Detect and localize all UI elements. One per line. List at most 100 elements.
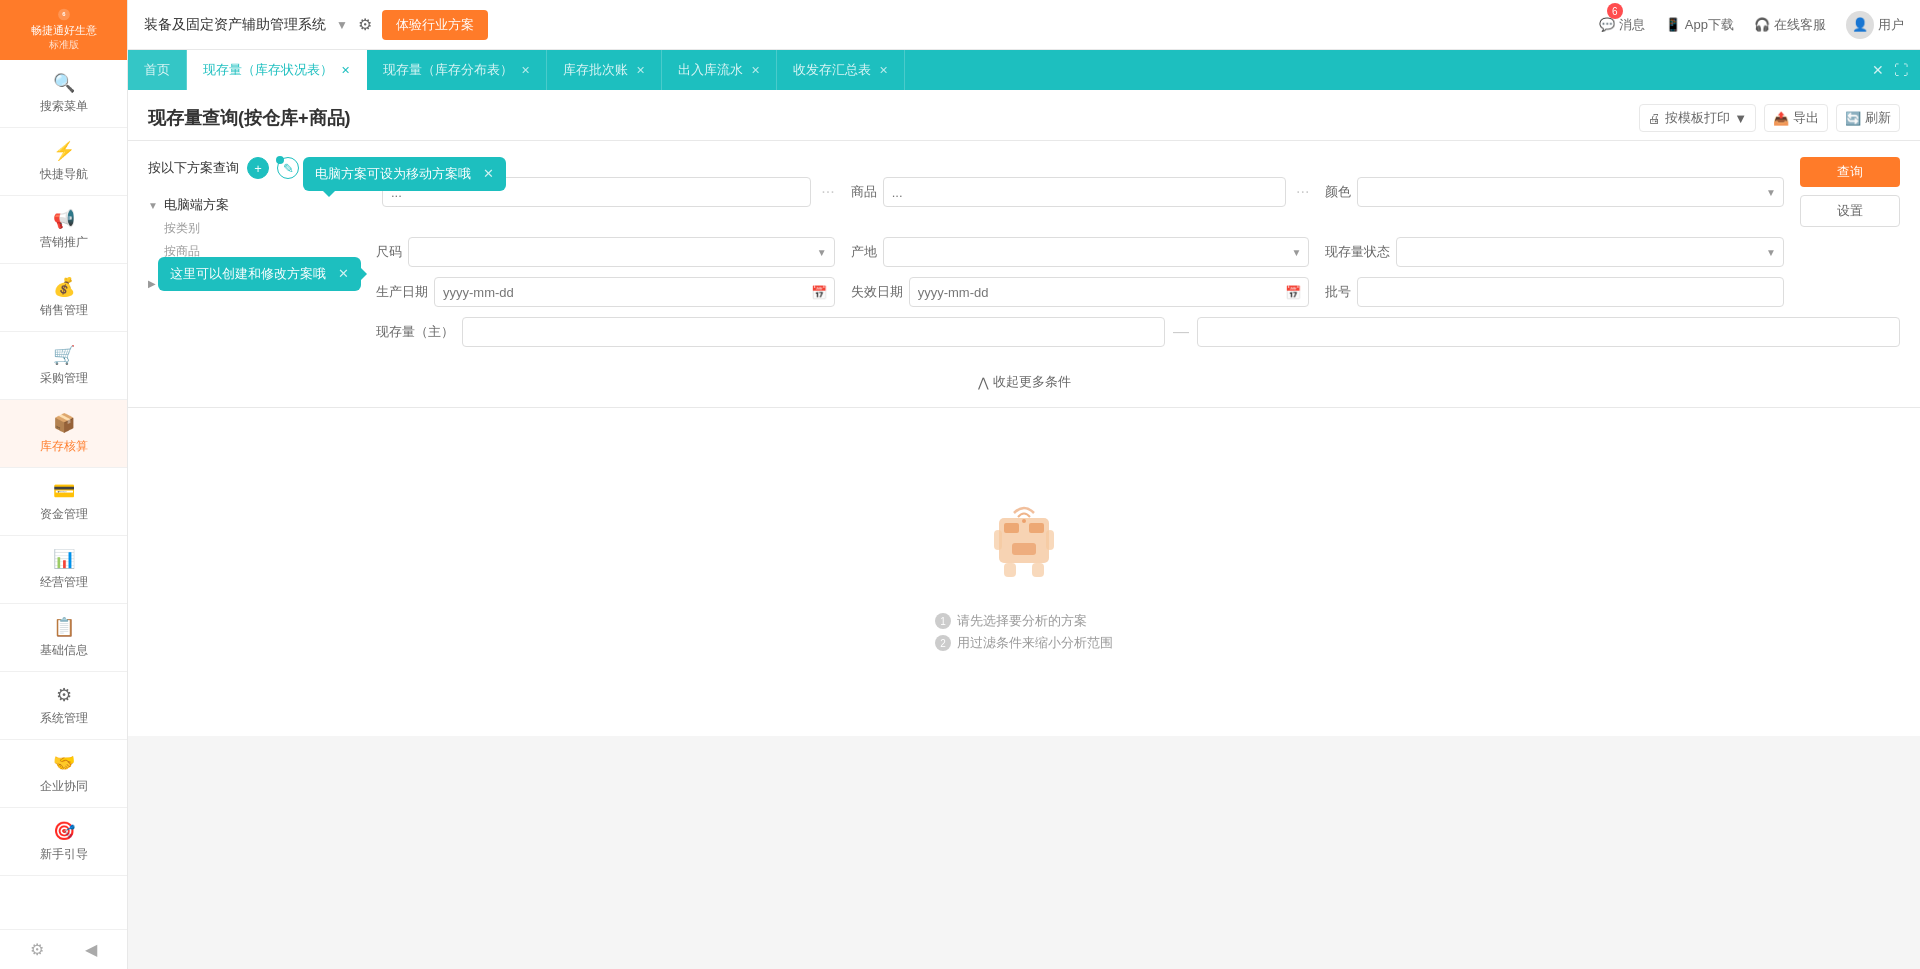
tooltip-1-text: 电脑方案可设为移动方案哦	[315, 166, 471, 181]
filter-label: 按以下方案查询	[148, 159, 239, 177]
tab-summary[interactable]: 收发存汇总表 ✕	[777, 50, 905, 90]
tab-home[interactable]: 首页	[128, 50, 187, 90]
origin-label: 产地	[851, 243, 877, 261]
sidebar-item-management[interactable]: 📊 经营管理	[0, 536, 127, 604]
collapse-label: 收起更多条件	[993, 373, 1071, 391]
tab-flow-close[interactable]: ✕	[751, 64, 760, 77]
expiry-date-input[interactable]	[909, 277, 1310, 307]
tooltip-1-close[interactable]: ✕	[483, 166, 494, 181]
print-label: 按模板打印	[1665, 109, 1730, 127]
stock-status-select[interactable]	[1396, 237, 1784, 267]
collapse-row[interactable]: ⋀ 收起更多条件	[148, 365, 1900, 391]
sidebar-item-purchase[interactable]: 🛒 采购管理	[0, 332, 127, 400]
tab-inventory-status-close[interactable]: ✕	[341, 64, 350, 77]
dash-separator: —	[1173, 323, 1189, 341]
print-dropdown-icon: ▼	[1734, 111, 1747, 126]
empty-tip-2: 2 用过滤条件来缩小分析范围	[935, 634, 1113, 652]
sidebar-item-inventory[interactable]: 📦 库存核算	[0, 400, 127, 468]
sidebar-item-marketing[interactable]: 📢 营销推广	[0, 196, 127, 264]
logo-badge: 标准版	[49, 38, 79, 52]
category-item-label: 按类别	[164, 220, 200, 237]
production-date-start[interactable]	[434, 277, 835, 307]
sidebar-item-basic-info[interactable]: 📋 基础信息	[0, 604, 127, 672]
refresh-icon: 🔄	[1845, 111, 1861, 126]
sidebar-collapse-icon[interactable]: ◀	[85, 940, 97, 959]
collapse-up-icon: ⋀	[978, 375, 989, 390]
sidebar-item-system[interactable]: ⚙ 系统管理	[0, 672, 127, 740]
experience-button[interactable]: 体验行业方案	[382, 10, 488, 40]
quick-nav-icon: ⚡	[53, 140, 75, 162]
tab-inventory-distribution[interactable]: 现存量（库存分布表） ✕	[367, 50, 547, 90]
logo-text: 畅捷通好生意	[31, 23, 97, 38]
print-button[interactable]: 🖨 按模板打印 ▼	[1639, 104, 1756, 132]
header-left: 装备及固定资产辅助管理系统 ▼ ⚙ 体验行业方案	[144, 10, 488, 40]
filter-stock-status: 现存量状态 ▼	[1325, 237, 1784, 267]
query-button[interactable]: 查询	[1800, 157, 1900, 187]
tabs-bar: 首页 现存量（库存状况表） ✕ 现存量（库存分布表） ✕ 库存批次账 ✕ 出入库…	[128, 50, 1920, 90]
tab-inventory-distribution-close[interactable]: ✕	[521, 64, 530, 77]
tab-expand-icon[interactable]: ⛶	[1894, 62, 1908, 78]
filter-expiry-date: 失效日期 📅	[851, 277, 1310, 307]
main-area: 装备及固定资产辅助管理系统 ▼ ⚙ 体验行业方案 💬 6 消息 📱 App下载 …	[128, 0, 1920, 969]
sidebar-item-sales[interactable]: 💰 销售管理	[0, 264, 127, 332]
stock-main-start[interactable]	[462, 317, 1165, 347]
add-scheme-button[interactable]: +	[247, 157, 269, 179]
refresh-button[interactable]: 🔄 刷新	[1836, 104, 1900, 132]
filter-size: 尺码 ▼	[376, 237, 835, 267]
inventory-icon: 📦	[53, 412, 75, 434]
header-settings-icon[interactable]: ⚙	[358, 15, 372, 34]
goods-dots[interactable]: ···	[1296, 183, 1309, 201]
filter-origin: 产地 ▼	[851, 237, 1310, 267]
logo-icon: 6	[46, 8, 82, 21]
color-select-wrapper: ▼	[1357, 177, 1784, 207]
pc-scheme-label: 电脑端方案	[164, 196, 229, 214]
online-support-label: 在线客服	[1774, 16, 1826, 34]
tab-flow[interactable]: 出入库流水 ✕	[662, 50, 777, 90]
online-support-action[interactable]: 🎧 在线客服	[1754, 16, 1826, 34]
sidebar-item-enterprise[interactable]: 🤝 企业协同	[0, 740, 127, 808]
sidebar-item-guide[interactable]: 🎯 新手引导	[0, 808, 127, 876]
size-select[interactable]	[408, 237, 835, 267]
stock-status-select-wrapper: ▼	[1396, 237, 1784, 267]
tab-batch-account-close[interactable]: ✕	[636, 64, 645, 77]
page-title: 现存量查询(按仓库+商品)	[148, 106, 351, 130]
scheme-by-category[interactable]: 按类别	[164, 217, 358, 240]
tab-inventory-status[interactable]: 现存量（库存状况表） ✕	[187, 50, 367, 90]
stock-main-end[interactable]	[1197, 317, 1900, 347]
edit-icon: ✎	[283, 161, 294, 176]
calendar-icon-1[interactable]: 📅	[811, 285, 827, 300]
system-name: 装备及固定资产辅助管理系统	[144, 16, 326, 34]
filter-goods: 商品 ···	[851, 177, 1310, 207]
user-action[interactable]: 👤 用户	[1846, 11, 1904, 39]
message-icon: 💬	[1599, 17, 1615, 32]
marketing-icon: 📢	[53, 208, 75, 230]
calendar-icon-2[interactable]: 📅	[1285, 285, 1301, 300]
warehouse-dots[interactable]: ···	[821, 183, 834, 201]
goods-input[interactable]	[883, 177, 1286, 207]
svg-rect-6	[994, 530, 1002, 550]
color-select[interactable]	[1357, 177, 1784, 207]
edit-scheme-button[interactable]: ✎	[277, 157, 299, 179]
sidebar-item-quick-nav[interactable]: ⚡ 快捷导航	[0, 128, 127, 196]
sidebar: 6 畅捷通好生意 标准版 🔍 搜索菜单 ⚡ 快捷导航 📢 营销推广 💰 销售管理…	[0, 0, 128, 969]
system-dropdown-icon[interactable]: ▼	[336, 18, 348, 32]
message-badge: 6	[1607, 3, 1623, 19]
sidebar-item-finance[interactable]: 💳 资金管理	[0, 468, 127, 536]
header-right: 💬 6 消息 📱 App下载 🎧 在线客服 👤 用户	[1599, 11, 1904, 39]
size-select-wrapper: ▼	[408, 237, 835, 267]
tab-close-all-icon[interactable]: ✕	[1872, 62, 1884, 78]
tab-summary-close[interactable]: ✕	[879, 64, 888, 77]
origin-select[interactable]	[883, 237, 1310, 267]
export-button[interactable]: 📤 导出	[1764, 104, 1828, 132]
sidebar-settings-icon[interactable]: ⚙	[30, 940, 44, 959]
tab-batch-account[interactable]: 库存批次账 ✕	[547, 50, 662, 90]
batch-no-input[interactable]	[1357, 277, 1784, 307]
reset-button[interactable]: 设置	[1800, 195, 1900, 227]
purchase-icon: 🛒	[53, 344, 75, 366]
tooltip-2-close[interactable]: ✕	[338, 266, 349, 281]
app-download-action[interactable]: 📱 App下载	[1665, 16, 1734, 34]
sidebar-item-search[interactable]: 🔍 搜索菜单	[0, 60, 127, 128]
expiry-date-label: 失效日期	[851, 283, 903, 301]
filter-production-date: 生产日期 📅	[376, 277, 835, 307]
message-action[interactable]: 💬 6 消息	[1599, 16, 1645, 34]
